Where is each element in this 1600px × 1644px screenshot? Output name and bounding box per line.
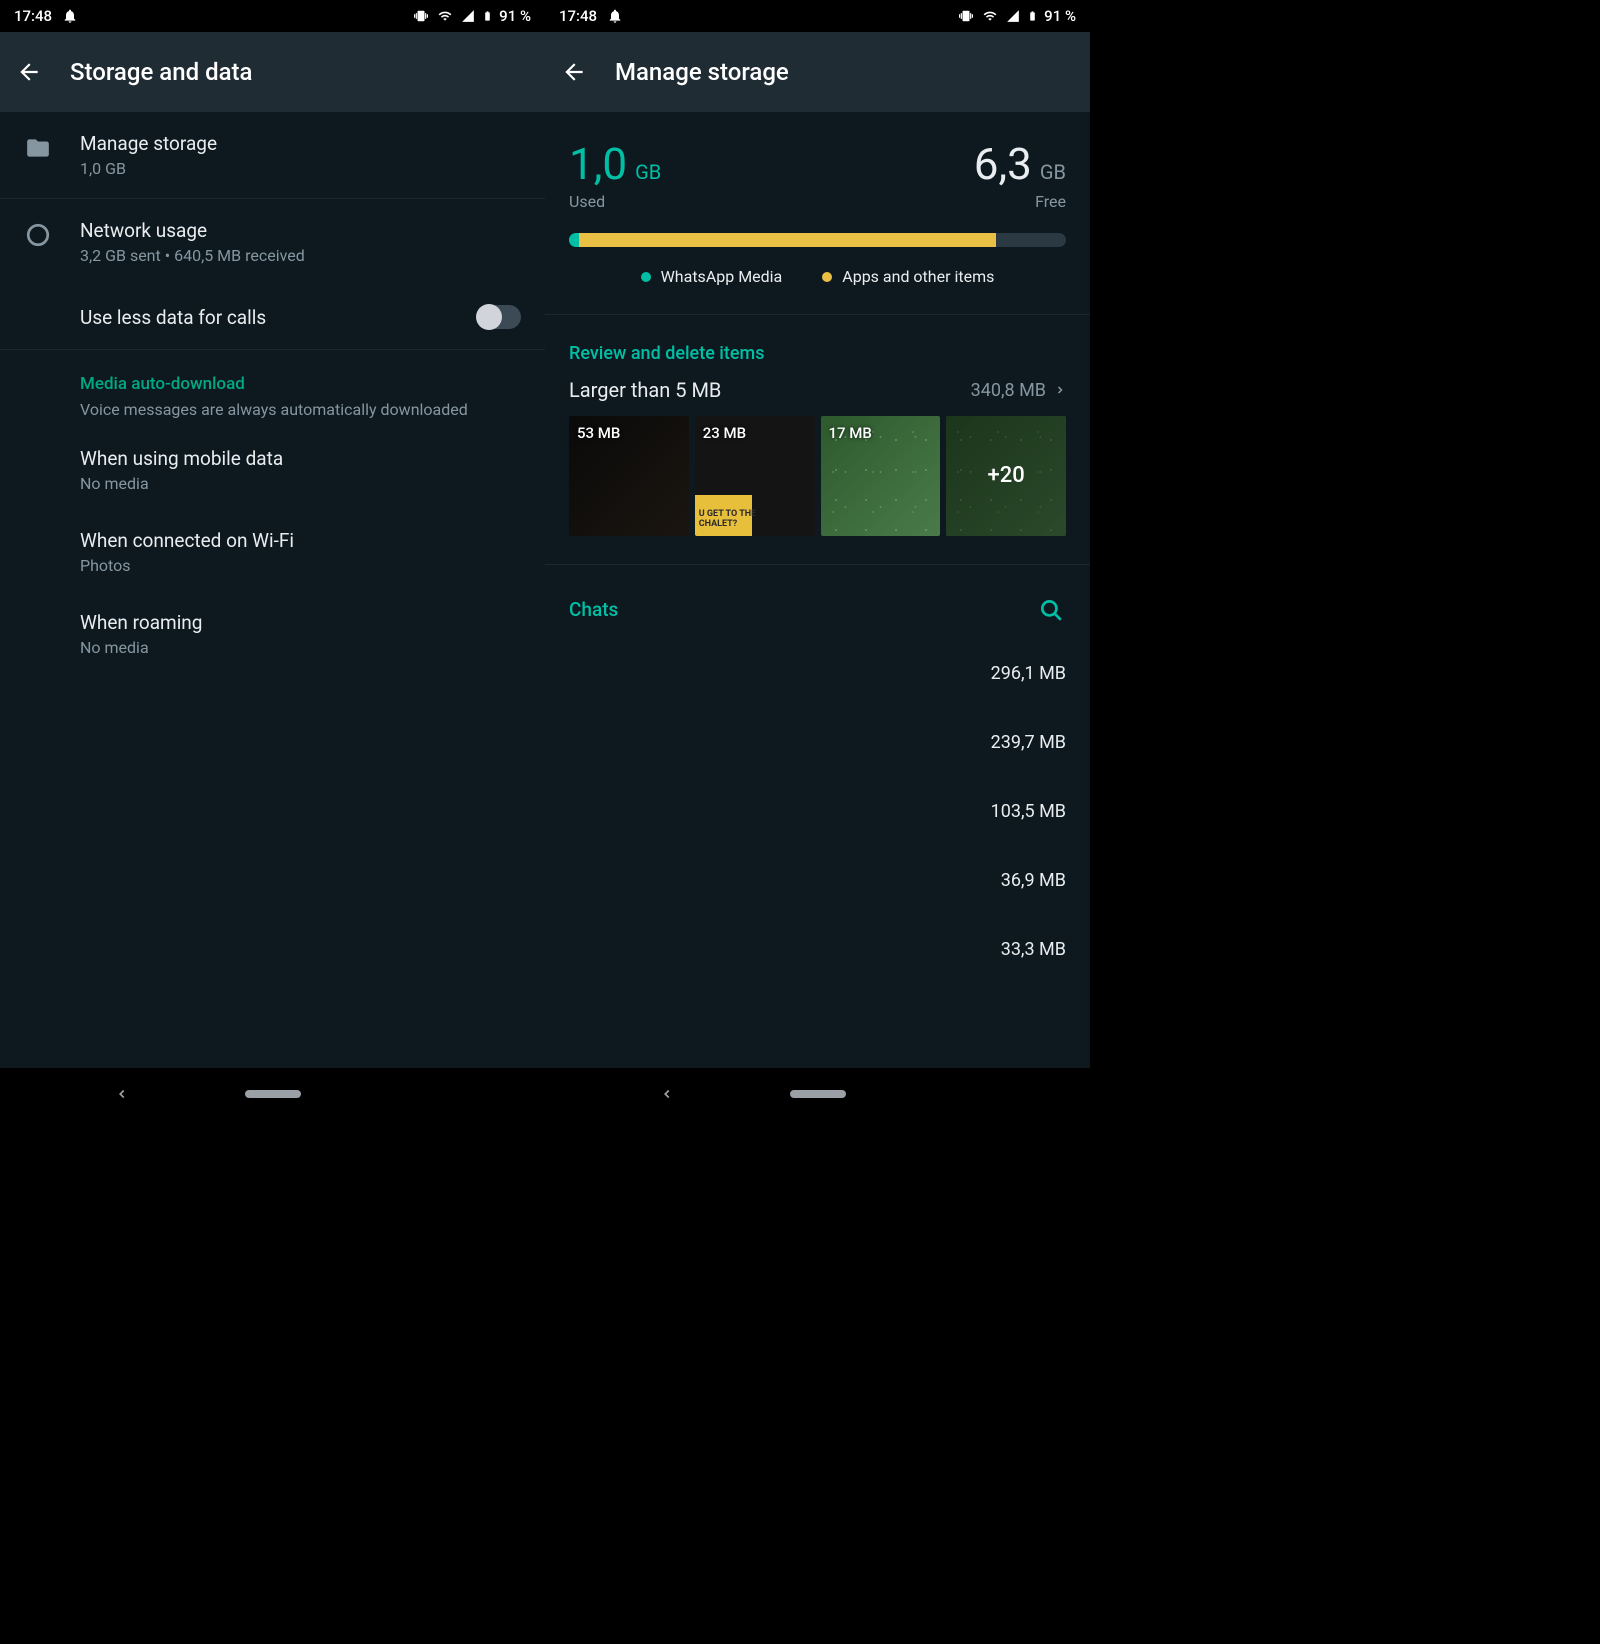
screen-storage-and-data: 17:48 91 % Storage and data Manage stora… [0, 0, 545, 1120]
chat-row[interactable]: 36,9 MB [545, 846, 1090, 915]
folder-icon [24, 134, 52, 162]
larger-than-title: Larger than 5 MB [569, 378, 721, 402]
roaming-title: When roaming [80, 611, 521, 634]
free-unit: GB [1040, 160, 1066, 184]
manage-storage-sub: 1,0 GB [80, 159, 521, 178]
larger-than-row[interactable]: Larger than 5 MB 340,8 MB [545, 378, 1090, 416]
status-bar: 17:48 91 % [545, 0, 1090, 32]
bar-whatsapp [569, 233, 579, 247]
network-usage-sub: 3,2 GB sent • 640,5 MB received [80, 246, 521, 265]
free-value: 6,3 [974, 138, 1032, 190]
data-usage-icon [24, 221, 52, 249]
media-thumbnail[interactable]: 23 MB U GET TO THE CHALET? [695, 416, 815, 536]
thumb-size: 17 MB [829, 424, 872, 442]
wifi-row[interactable]: When connected on Wi-Fi Photos [0, 511, 545, 593]
chat-size: 239,7 MB [991, 732, 1066, 753]
used-value: 1,0 [569, 138, 627, 190]
thumb-size: 23 MB [703, 424, 746, 442]
bar-apps [579, 233, 996, 247]
chat-row[interactable]: 239,7 MB [545, 708, 1090, 777]
thumb-caption: U GET TO THE CHALET? [699, 510, 756, 530]
status-time: 17:48 [559, 7, 597, 25]
legend-dot-apps [822, 272, 832, 282]
chats-title: Chats [569, 598, 618, 621]
nav-back-button[interactable] [115, 1087, 129, 1101]
thumb-size: 53 MB [577, 424, 620, 442]
chat-size: 36,9 MB [1001, 870, 1066, 891]
media-thumbnail-more[interactable]: +20 [946, 416, 1066, 536]
chevron-right-icon [1054, 381, 1066, 399]
back-button[interactable] [561, 59, 587, 85]
wifi-title: When connected on Wi-Fi [80, 529, 521, 552]
media-thumbnail[interactable]: 17 MB [821, 416, 941, 536]
used-label: Used [569, 192, 605, 211]
signal-icon [1005, 9, 1021, 23]
page-title: Storage and data [70, 58, 252, 86]
legend-apps: Apps and other items [842, 267, 994, 286]
roaming-sub: No media [80, 638, 521, 657]
battery-icon [1027, 8, 1038, 24]
network-usage-row[interactable]: Network usage 3,2 GB sent • 640,5 MB rec… [0, 199, 545, 285]
larger-than-size: 340,8 MB [971, 380, 1046, 401]
nav-back-button[interactable] [660, 1087, 674, 1101]
chat-size: 103,5 MB [991, 801, 1066, 822]
use-less-data-label: Use less data for calls [80, 306, 266, 329]
storage-bar [569, 233, 1066, 247]
nav-home-pill[interactable] [245, 1090, 301, 1098]
used-unit: GB [635, 160, 661, 184]
media-auto-download-header: Media auto-download [80, 374, 521, 394]
navigation-bar [0, 1068, 545, 1120]
wifi-icon [436, 9, 454, 23]
vibrate-icon [412, 9, 430, 23]
chat-row[interactable]: 296,1 MB [545, 639, 1090, 708]
chat-size: 296,1 MB [991, 663, 1066, 684]
legend: WhatsApp Media Apps and other items [569, 267, 1066, 286]
roaming-row[interactable]: When roaming No media [0, 593, 545, 675]
media-thumbnail[interactable]: 53 MB [569, 416, 689, 536]
thumb-more-count: +20 [946, 416, 1066, 536]
thumbnail-strip: 53 MB 23 MB U GET TO THE CHALET? 17 MB +… [545, 416, 1090, 546]
status-time: 17:48 [14, 7, 52, 25]
status-bar: 17:48 91 % [0, 0, 545, 32]
toggle-knob [476, 304, 502, 330]
chat-row[interactable]: 33,3 MB [545, 915, 1090, 984]
manage-storage-row[interactable]: Manage storage 1,0 GB [0, 112, 545, 198]
screen-manage-storage: 17:48 91 % Manage storage 1,0 GB [545, 0, 1090, 1120]
use-less-data-row[interactable]: Use less data for calls [0, 285, 545, 349]
battery-percent: 91 % [499, 7, 531, 25]
chats-header: Chats [545, 565, 1090, 639]
battery-percent: 91 % [1044, 7, 1076, 25]
wifi-icon [981, 9, 999, 23]
legend-whatsapp: WhatsApp Media [661, 267, 783, 286]
battery-icon [482, 8, 493, 24]
vibrate-icon [957, 9, 975, 23]
notification-bell-icon [607, 8, 623, 24]
app-bar: Manage storage [545, 32, 1090, 112]
signal-icon [460, 9, 476, 23]
search-button[interactable] [1036, 595, 1066, 625]
back-button[interactable] [16, 59, 42, 85]
free-label: Free [1035, 192, 1066, 211]
mobile-data-title: When using mobile data [80, 447, 521, 470]
chat-row[interactable]: 103,5 MB [545, 777, 1090, 846]
notification-bell-icon [62, 8, 78, 24]
wifi-sub: Photos [80, 556, 521, 575]
review-header: Review and delete items [545, 315, 1090, 378]
mobile-data-sub: No media [80, 474, 521, 493]
media-auto-download-desc: Voice messages are always automatically … [80, 400, 521, 421]
chat-size: 33,3 MB [1001, 939, 1066, 960]
app-bar: Storage and data [0, 32, 545, 112]
page-title: Manage storage [615, 58, 789, 86]
use-less-data-toggle[interactable] [477, 305, 521, 329]
legend-dot-whatsapp [641, 272, 651, 282]
navigation-bar [545, 1068, 1090, 1120]
mobile-data-row[interactable]: When using mobile data No media [0, 429, 545, 511]
manage-storage-title: Manage storage [80, 132, 521, 155]
storage-summary: 1,0 GB 6,3 GB Used Free WhatsApp Medi [545, 112, 1090, 296]
network-usage-title: Network usage [80, 219, 521, 242]
nav-home-pill[interactable] [790, 1090, 846, 1098]
